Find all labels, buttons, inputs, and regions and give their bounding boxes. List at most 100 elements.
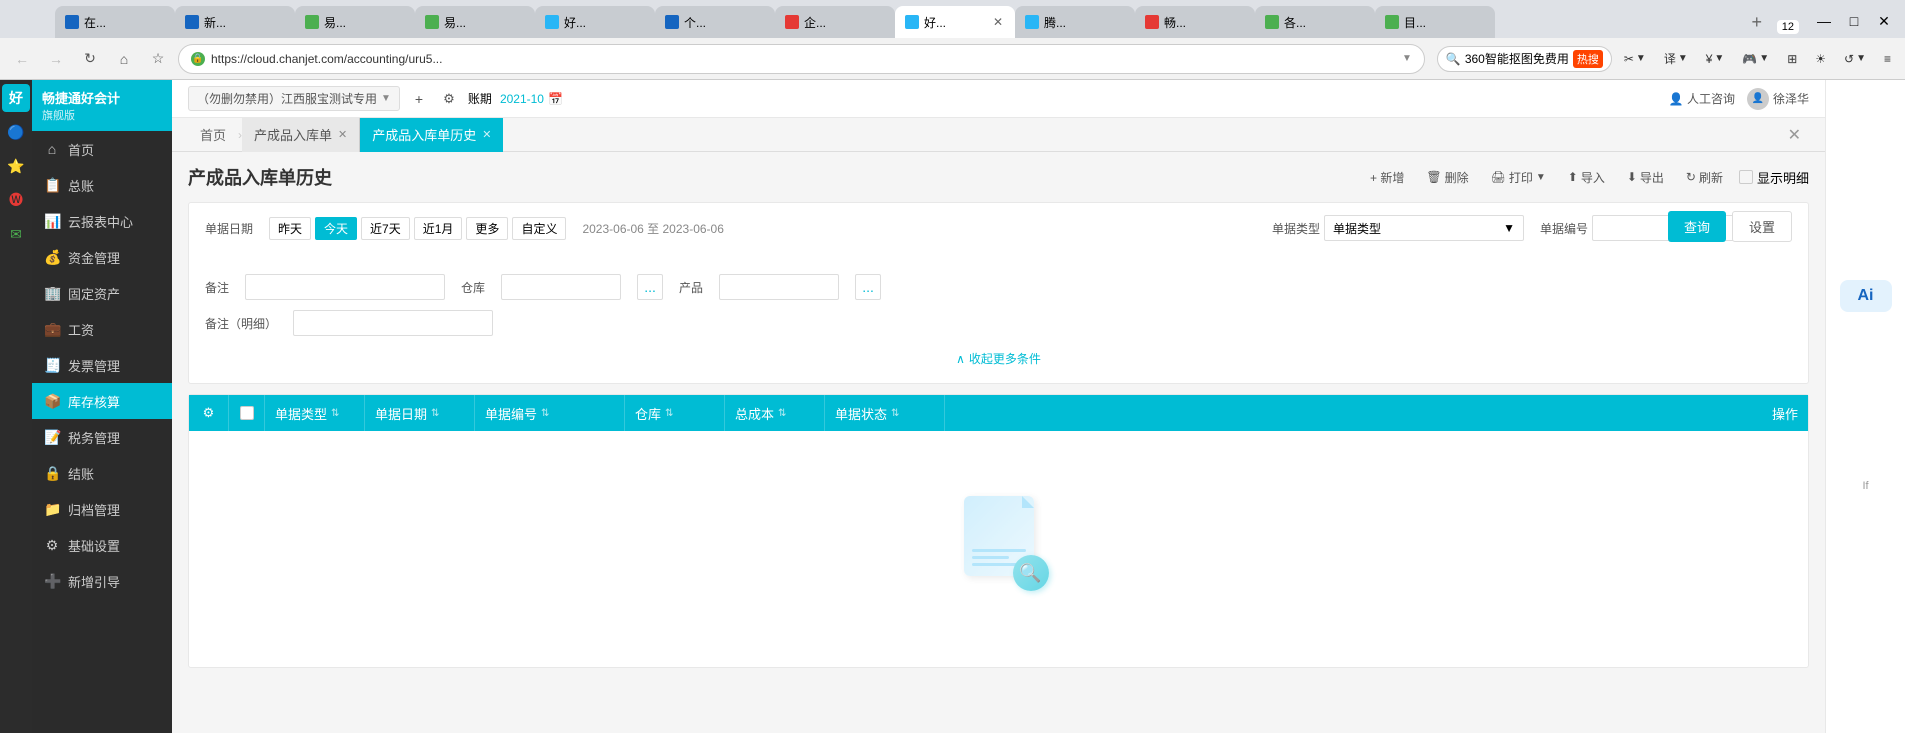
currency-tool[interactable]: ¥ ▼ <box>1700 49 1731 69</box>
date-custom-btn[interactable]: 自定义 <box>512 217 566 240</box>
browser-tab-2[interactable]: 新... <box>175 6 295 38</box>
browser-tab-9[interactable]: 腾... <box>1015 6 1135 38</box>
th-type[interactable]: 单据类型 ⇅ <box>265 395 365 431</box>
tab-list[interactable]: 产成品入库单 ✕ <box>242 118 360 152</box>
tab-8-close[interactable]: ✕ <box>991 13 1005 31</box>
service-link[interactable]: 👤 人工咨询 <box>1669 90 1735 107</box>
collapse-button[interactable]: ∧ 收起更多条件 <box>205 346 1792 371</box>
product-filter-input[interactable] <box>719 274 839 300</box>
account-add-button[interactable]: + <box>408 88 430 110</box>
home-button[interactable]: ⌂ <box>110 45 138 73</box>
browser-tab-6[interactable]: 个... <box>655 6 775 38</box>
th-warehouse[interactable]: 仓库 ⇅ <box>625 395 725 431</box>
sort-warehouse-icon: ⇅ <box>665 408 673 419</box>
sidebar-item-invoice-label: 发票管理 <box>68 356 120 375</box>
date-today-btn[interactable]: 今天 <box>315 217 357 240</box>
query-button[interactable]: 查询 <box>1668 211 1726 242</box>
left-icon-2[interactable]: ⭐ <box>2 152 30 180</box>
calendar-icon[interactable]: 📅 <box>548 92 563 106</box>
more-tool[interactable]: ≡ <box>1878 49 1897 69</box>
add-button[interactable]: + 新增 <box>1364 166 1410 189</box>
game-tool[interactable]: 🎮 ▼ <box>1736 49 1775 69</box>
th-checkbox[interactable] <box>229 395 265 431</box>
detail-remark-input[interactable] <box>293 310 493 336</box>
scissors-tool[interactable]: ✂ ▼ <box>1618 49 1652 69</box>
sidebar-item-home[interactable]: ⌂ 首页 <box>32 131 172 167</box>
account-selector[interactable]: （勿删勿禁用）江西服宝测试专用 ▼ <box>188 86 400 111</box>
tab-list-close[interactable]: ✕ <box>338 128 347 141</box>
minimize-button[interactable]: — <box>1811 8 1837 34</box>
date-7days-btn[interactable]: 近7天 <box>361 217 410 240</box>
type-select-placeholder: 单据类型 <box>1333 220 1381 237</box>
new-tab-button[interactable]: + <box>1741 6 1773 38</box>
sidebar-item-settings[interactable]: ⚙ 基础设置 <box>32 527 172 563</box>
sidebar-item-closing[interactable]: 🔒 结账 <box>32 455 172 491</box>
export-button[interactable]: ⬇ 导出 <box>1621 166 1670 189</box>
sidebar-item-archive[interactable]: 📁 归档管理 <box>32 491 172 527</box>
sidebar-item-assets[interactable]: 🏢 固定资产 <box>32 275 172 311</box>
page-close-button[interactable]: ✕ <box>1780 125 1809 145</box>
reload-button[interactable]: ↻ <box>76 45 104 73</box>
display-detail-toggle[interactable]: 显示明细 <box>1739 168 1809 187</box>
product-ellipsis-btn[interactable]: ... <box>855 274 881 300</box>
browser-tab-1[interactable]: 在... <box>55 6 175 38</box>
type-filter-select[interactable]: 单据类型 ▼ <box>1324 215 1524 241</box>
display-detail-checkbox[interactable] <box>1739 170 1753 184</box>
browser-tab-3[interactable]: 易... <box>295 6 415 38</box>
back-button[interactable]: ← <box>8 45 36 73</box>
sidebar-item-tax[interactable]: 📝 税务管理 <box>32 419 172 455</box>
forward-button[interactable]: → <box>42 45 70 73</box>
ai-button[interactable]: Ai <box>1840 280 1892 312</box>
bookmark-button[interactable]: ☆ <box>144 45 172 73</box>
date-more-btn[interactable]: 更多 <box>466 217 508 240</box>
history-tool[interactable]: ↺ ▼ <box>1838 49 1872 69</box>
tab-10-title: 畅... <box>1164 14 1245 31</box>
account-settings-button[interactable]: ⚙ <box>438 88 460 110</box>
import-button[interactable]: ⬆ 导入 <box>1562 166 1611 189</box>
browser-tab-10[interactable]: 畅... <box>1135 6 1255 38</box>
close-window-button[interactable]: ✕ <box>1871 8 1897 34</box>
browser-tab-8[interactable]: 好... ✕ <box>895 6 1015 38</box>
browser-tab-5[interactable]: 好... <box>535 6 655 38</box>
app-logo[interactable]: 好 <box>2 84 30 112</box>
theme-tool[interactable]: ☀ <box>1809 49 1832 69</box>
url-bar[interactable]: 🔒 https://cloud.chanjet.com/accounting/u… <box>178 44 1425 74</box>
grid-tool[interactable]: ⊞ <box>1781 49 1803 69</box>
translate-tool[interactable]: 译 ▼ <box>1658 47 1694 70</box>
th-settings[interactable]: ⚙ <box>189 395 229 431</box>
maximize-button[interactable]: □ <box>1841 8 1867 34</box>
left-icon-3[interactable]: 🅦 <box>2 186 30 214</box>
sidebar-item-fund[interactable]: 💰 资金管理 <box>32 239 172 275</box>
header-checkbox[interactable] <box>240 406 254 420</box>
sidebar-item-cloud-report[interactable]: 📊 云报表中心 <box>32 203 172 239</box>
browser-tab-7[interactable]: 企... <box>775 6 895 38</box>
sidebar-item-payroll[interactable]: 💼 工资 <box>32 311 172 347</box>
breadcrumb-home[interactable]: 首页 <box>188 118 238 152</box>
sidebar-item-ledger[interactable]: 📋 总账 <box>32 167 172 203</box>
warehouse-filter-label: 仓库 <box>461 279 485 296</box>
warehouse-filter-input[interactable] <box>501 274 621 300</box>
th-date[interactable]: 单据日期 ⇅ <box>365 395 475 431</box>
print-button[interactable]: 🖨 打印 ▼ <box>1485 166 1552 189</box>
browser-tab-11[interactable]: 各... <box>1255 6 1375 38</box>
search-box-360[interactable]: 🔍 360智能抠图免费用 热搜 <box>1437 46 1612 72</box>
th-status[interactable]: 单据状态 ⇅ <box>825 395 945 431</box>
refresh-button[interactable]: ↻ 刷新 <box>1680 166 1729 189</box>
date-1month-btn[interactable]: 近1月 <box>414 217 463 240</box>
date-yesterday-btn[interactable]: 昨天 <box>269 217 311 240</box>
warehouse-ellipsis-btn[interactable]: ... <box>637 274 663 300</box>
left-icon-4[interactable]: ✉ <box>2 220 30 248</box>
settings-button[interactable]: 设置 <box>1732 211 1792 242</box>
tab-history[interactable]: 产成品入库单历史 ✕ <box>360 118 503 152</box>
th-cost[interactable]: 总成本 ⇅ <box>725 395 825 431</box>
delete-button[interactable]: 🗑 删除 <box>1420 166 1474 189</box>
sidebar-item-invoice[interactable]: 🧾 发票管理 <box>32 347 172 383</box>
browser-tab-12[interactable]: 目... <box>1375 6 1495 38</box>
left-icon-1[interactable]: 🔵 <box>2 118 30 146</box>
remark-filter-input[interactable] <box>245 274 445 300</box>
sidebar-item-guide[interactable]: ➕ 新增引导 <box>32 563 172 599</box>
tab-history-close[interactable]: ✕ <box>482 128 491 141</box>
th-num[interactable]: 单据编号 ⇅ <box>475 395 625 431</box>
browser-tab-4[interactable]: 易... <box>415 6 535 38</box>
sidebar-item-inventory[interactable]: 📦 库存核算 <box>32 383 172 419</box>
